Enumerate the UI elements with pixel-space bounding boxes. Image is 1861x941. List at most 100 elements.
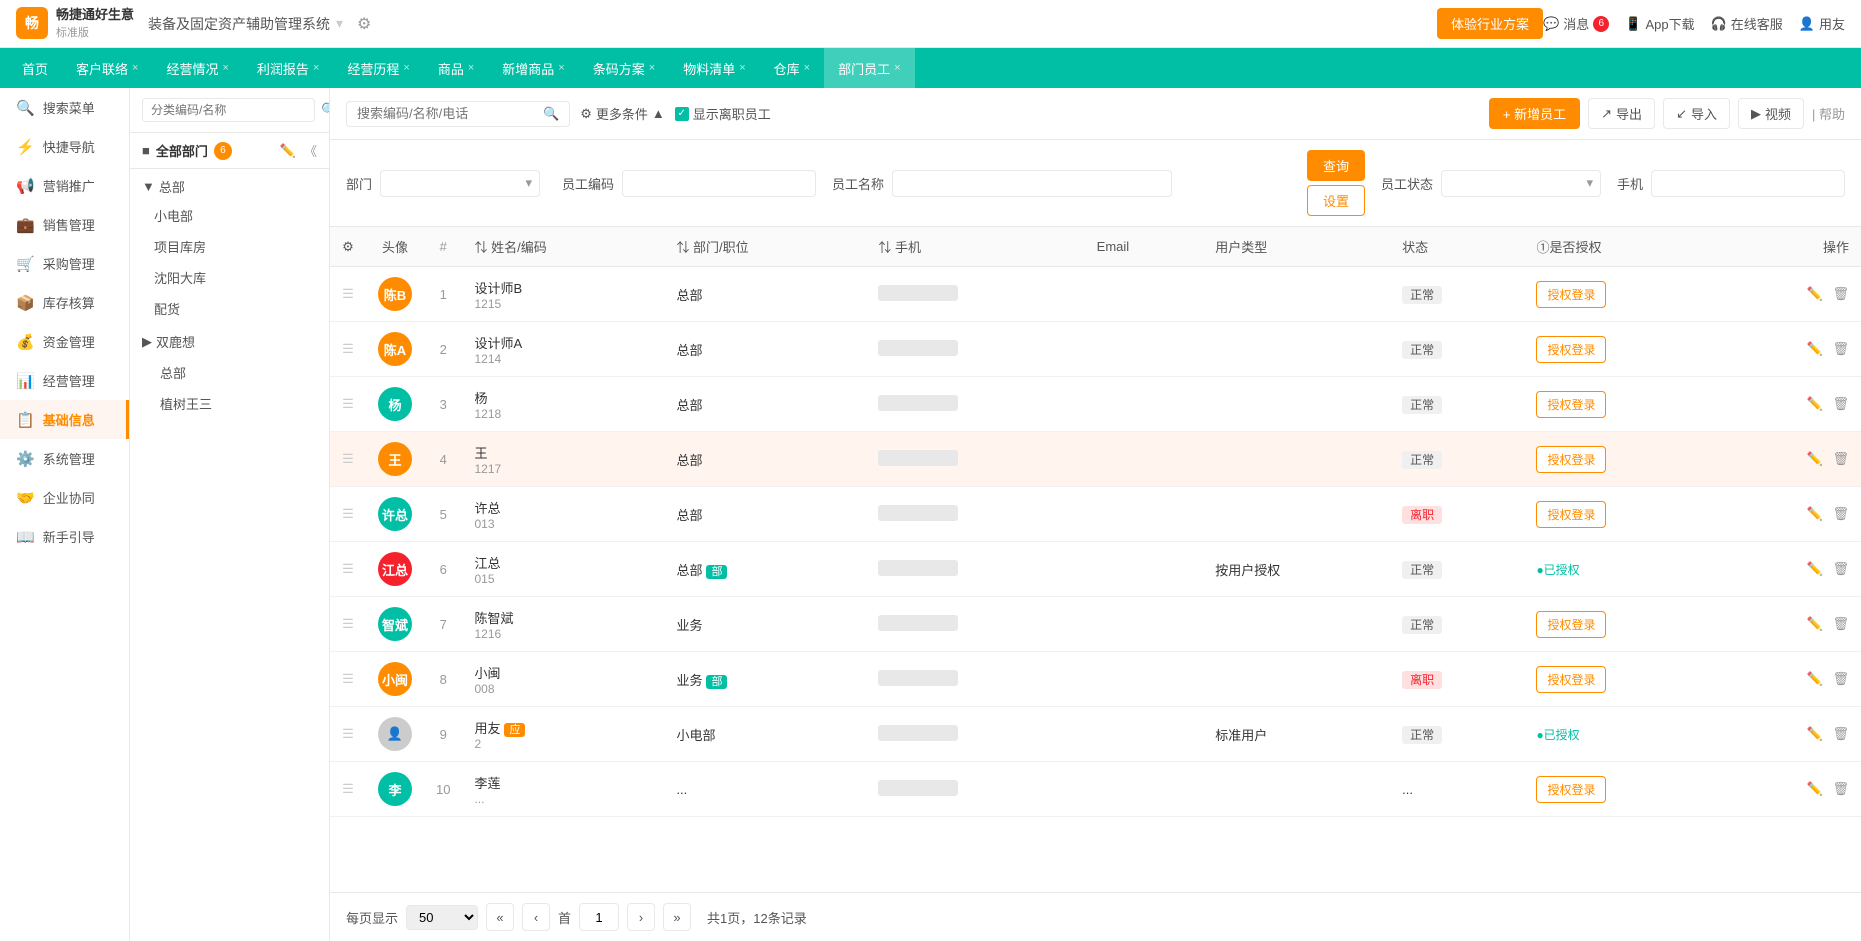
edit-button[interactable]: ✏️ (1807, 726, 1823, 741)
nav-tab-商品[interactable]: 商品 × (424, 48, 488, 88)
import-button[interactable]: ↙ 导入 (1663, 98, 1730, 129)
col-dept[interactable]: ⇅ 部门/职位 (664, 227, 866, 267)
nav-tab-首页[interactable]: 首页 (8, 48, 62, 88)
export-button[interactable]: ↗ 导出 (1588, 98, 1655, 129)
dept-search-input[interactable] (142, 98, 315, 122)
message-button[interactable]: 💬 消息 6 (1543, 14, 1609, 33)
last-page-button[interactable]: » (663, 903, 691, 931)
delete-button[interactable]: 🗑 (1832, 561, 1849, 576)
row-settings[interactable]: ☰ (330, 652, 366, 707)
settings-button[interactable]: 设置 (1307, 185, 1365, 216)
phone-input[interactable] (1651, 170, 1845, 197)
edit-button[interactable]: ✏️ (1807, 561, 1823, 576)
auth-button[interactable]: 授权登录 (1536, 666, 1606, 693)
status-select[interactable] (1441, 170, 1601, 197)
delete-button[interactable]: 🗑 (1832, 286, 1849, 301)
row-settings[interactable]: ☰ (330, 267, 366, 322)
auth-button[interactable]: 授权登录 (1536, 391, 1606, 418)
employee-code-input[interactable] (622, 170, 816, 197)
show-resigned-toggle[interactable]: ✓ 显示离职员工 (675, 104, 771, 123)
first-page-button[interactable]: « (486, 903, 514, 931)
edit-dept-icon[interactable]: ✏️ (280, 143, 296, 159)
sidebar-item-系统管理[interactable]: ⚙️系统管理 (0, 439, 129, 478)
dept-select[interactable] (380, 170, 540, 197)
auth-button[interactable]: 授权登录 (1536, 501, 1606, 528)
row-settings[interactable]: ☰ (330, 322, 366, 377)
nav-tab-物料清单[interactable]: 物料清单 × (669, 48, 759, 88)
trial-button[interactable]: 体验行业方案 (1437, 8, 1543, 39)
nav-tab-仓库[interactable]: 仓库 × (760, 48, 824, 88)
auth-button[interactable]: 授权登录 (1536, 336, 1606, 363)
row-settings[interactable]: ☰ (330, 597, 366, 652)
sidebar-item-快捷导航[interactable]: ⚡快捷导航 (0, 127, 129, 166)
page-number-input[interactable] (579, 903, 619, 931)
edit-button[interactable]: ✏️ (1807, 396, 1823, 411)
tab-close-icon[interactable]: × (558, 62, 564, 74)
search-icon[interactable]: 🔍 (543, 106, 559, 122)
delete-button[interactable]: 🗑 (1832, 451, 1849, 466)
online-service-button[interactable]: 🎧 在线客服 (1711, 14, 1783, 33)
edit-button[interactable]: ✏️ (1807, 286, 1823, 301)
tab-close-icon[interactable]: × (468, 62, 474, 74)
help-button[interactable]: | 帮助 (1812, 104, 1845, 123)
nav-tab-经营历程[interactable]: 经营历程 × (333, 48, 423, 88)
edit-button[interactable]: ✏️ (1807, 616, 1823, 631)
row-settings[interactable]: ☰ (330, 762, 366, 817)
edit-button[interactable]: ✏️ (1807, 671, 1823, 686)
user-button[interactable]: 👤 用友 (1799, 14, 1845, 33)
tab-close-icon[interactable]: × (649, 62, 655, 74)
delete-button[interactable]: 🗑 (1832, 506, 1849, 521)
sidebar-item-销售管理[interactable]: 💼销售管理 (0, 205, 129, 244)
sidebar-item-营销推广[interactable]: 📢营销推广 (0, 166, 129, 205)
view-button[interactable]: ▶ 视频 (1738, 98, 1804, 129)
nav-tab-利润报告[interactable]: 利润报告 × (243, 48, 333, 88)
dept-child-peihuo[interactable]: 配货 (154, 293, 329, 324)
delete-button[interactable]: 🗑 (1832, 616, 1849, 631)
row-settings[interactable]: ☰ (330, 707, 366, 762)
delete-button[interactable]: 🗑 (1832, 396, 1849, 411)
tab-close-icon[interactable]: × (222, 62, 228, 74)
app-download-button[interactable]: 📱 App下载 (1625, 14, 1694, 33)
auth-button[interactable]: 授权登录 (1536, 776, 1606, 803)
sidebar-item-企业协同[interactable]: 🤝企业协同 (0, 478, 129, 517)
sidebar-item-经营管理[interactable]: 📊经营管理 (0, 361, 129, 400)
tab-close-icon[interactable]: × (894, 62, 900, 74)
more-filter-button[interactable]: ⚙ 更多条件 ▲ (580, 104, 665, 123)
nav-tab-经营情况[interactable]: 经营情况 × (152, 48, 242, 88)
edit-button[interactable]: ✏️ (1807, 781, 1823, 796)
zongbu-dept-node[interactable]: 总部 (130, 355, 329, 386)
dept-child-shenyangdaku[interactable]: 沈阳大库 (154, 262, 329, 293)
dept-search-icon[interactable]: 🔍 (321, 102, 330, 118)
sidebar-item-采购管理[interactable]: 🛒采购管理 (0, 244, 129, 283)
total-dept-node[interactable]: ▼ 总部 (130, 169, 329, 200)
sidebar-item-搜索菜单[interactable]: 🔍搜索菜单 (0, 88, 129, 127)
nav-tab-条码方案[interactable]: 条码方案 × (579, 48, 669, 88)
auth-button[interactable]: 授权登录 (1536, 611, 1606, 638)
zhishu-dept-node[interactable]: 植树王三 (130, 386, 329, 417)
employee-name-input[interactable] (892, 170, 1172, 197)
sidebar-item-基础信息[interactable]: 📋基础信息 (0, 400, 129, 439)
sidebar-item-库存核算[interactable]: 📦库存核算 (0, 283, 129, 322)
sidebar-item-资金管理[interactable]: 💰资金管理 (0, 322, 129, 361)
prev-page-button[interactable]: ‹ (522, 903, 550, 931)
next-page-button[interactable]: › (627, 903, 655, 931)
search-input[interactable] (357, 106, 537, 121)
add-employee-button[interactable]: + 新增员工 (1489, 98, 1580, 129)
col-name[interactable]: ⇅ 姓名/编码 (462, 227, 664, 267)
sidebar-item-新手引导[interactable]: 📖新手引导 (0, 517, 129, 556)
tab-close-icon[interactable]: × (403, 62, 409, 74)
page-size-select[interactable]: 50 20 100 (406, 905, 478, 930)
row-settings[interactable]: ☰ (330, 377, 366, 432)
tab-close-icon[interactable]: × (132, 62, 138, 74)
auth-button[interactable]: 授权登录 (1536, 446, 1606, 473)
edit-button[interactable]: ✏️ (1807, 506, 1823, 521)
row-settings[interactable]: ☰ (330, 432, 366, 487)
nav-tab-客户联络[interactable]: 客户联络 × (62, 48, 152, 88)
nav-tab-新增商品[interactable]: 新增商品 × (488, 48, 578, 88)
col-phone[interactable]: ⇅ 手机 (866, 227, 1084, 267)
delete-button[interactable]: 🗑 (1832, 671, 1849, 686)
edit-button[interactable]: ✏️ (1807, 451, 1823, 466)
col-settings[interactable]: ⚙ (330, 227, 366, 267)
all-dept-node[interactable]: ■ 全部部门 6 ✏️ 《 (130, 133, 329, 169)
delete-button[interactable]: 🗑 (1832, 726, 1849, 741)
